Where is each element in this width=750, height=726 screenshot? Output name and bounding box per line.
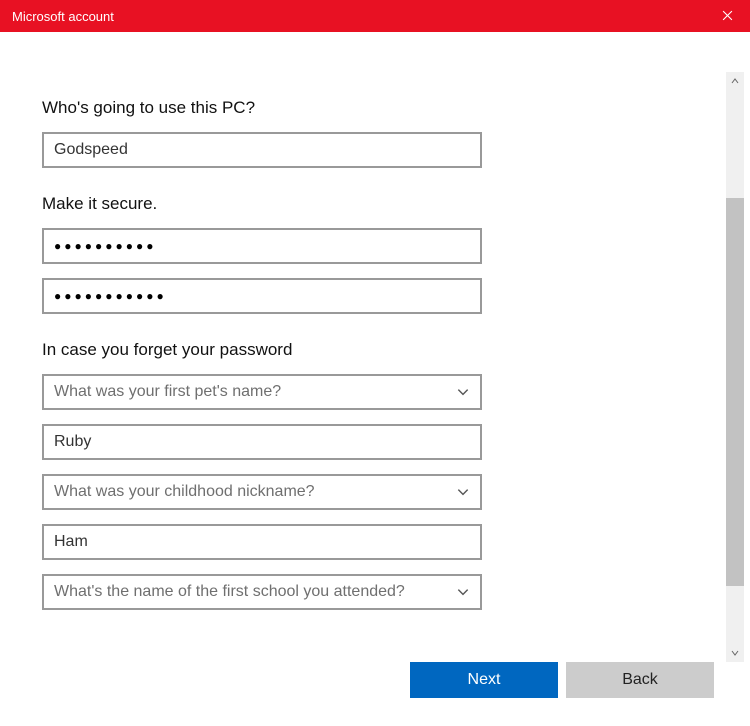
footer-buttons: Next Back <box>410 662 714 698</box>
back-button[interactable]: Back <box>566 662 714 698</box>
security-question-2-text: What was your childhood nickname? <box>54 483 315 501</box>
security-answer-1-input[interactable] <box>54 433 470 451</box>
vertical-scrollbar[interactable] <box>726 72 744 662</box>
chevron-down-icon <box>456 385 470 399</box>
security-question-2-select[interactable]: What was your childhood nickname? <box>42 474 482 510</box>
security-answer-1-wrap <box>42 424 482 460</box>
scroll-thumb[interactable] <box>726 198 744 586</box>
security-question-1-select[interactable]: What was your first pet's name? <box>42 374 482 410</box>
scroll-track[interactable] <box>726 90 744 644</box>
scroll-up-arrow[interactable] <box>726 72 744 90</box>
password-label: Make it secure. <box>42 194 682 214</box>
body-area: Who's going to use this PC? Make it secu… <box>0 32 750 726</box>
confirm-password-field-wrap: ●●●●●●●●●●● <box>42 278 482 314</box>
security-question-3-select[interactable]: What's the name of the first school you … <box>42 574 482 610</box>
scroll-down-arrow[interactable] <box>726 644 744 662</box>
security-question-3-text: What's the name of the first school you … <box>54 583 405 601</box>
close-button[interactable] <box>704 0 750 32</box>
close-icon <box>722 9 733 24</box>
next-button[interactable]: Next <box>410 662 558 698</box>
username-label: Who's going to use this PC? <box>42 98 682 118</box>
window-title: Microsoft account <box>12 9 114 24</box>
security-answer-2-input[interactable] <box>54 533 470 551</box>
confirm-password-input[interactable]: ●●●●●●●●●●● <box>54 289 167 303</box>
password-field-wrap: ●●●●●●●●●● <box>42 228 482 264</box>
chevron-down-icon <box>456 485 470 499</box>
password-input[interactable]: ●●●●●●●●●● <box>54 239 156 253</box>
recovery-label: In case you forget your password <box>42 340 682 360</box>
security-question-1-text: What was your first pet's name? <box>54 383 281 401</box>
security-answer-2-wrap <box>42 524 482 560</box>
titlebar: Microsoft account <box>0 0 750 32</box>
form-content: Who's going to use this PC? Make it secu… <box>42 98 682 624</box>
username-field-wrap <box>42 132 482 168</box>
username-input[interactable] <box>54 141 470 159</box>
chevron-down-icon <box>456 585 470 599</box>
